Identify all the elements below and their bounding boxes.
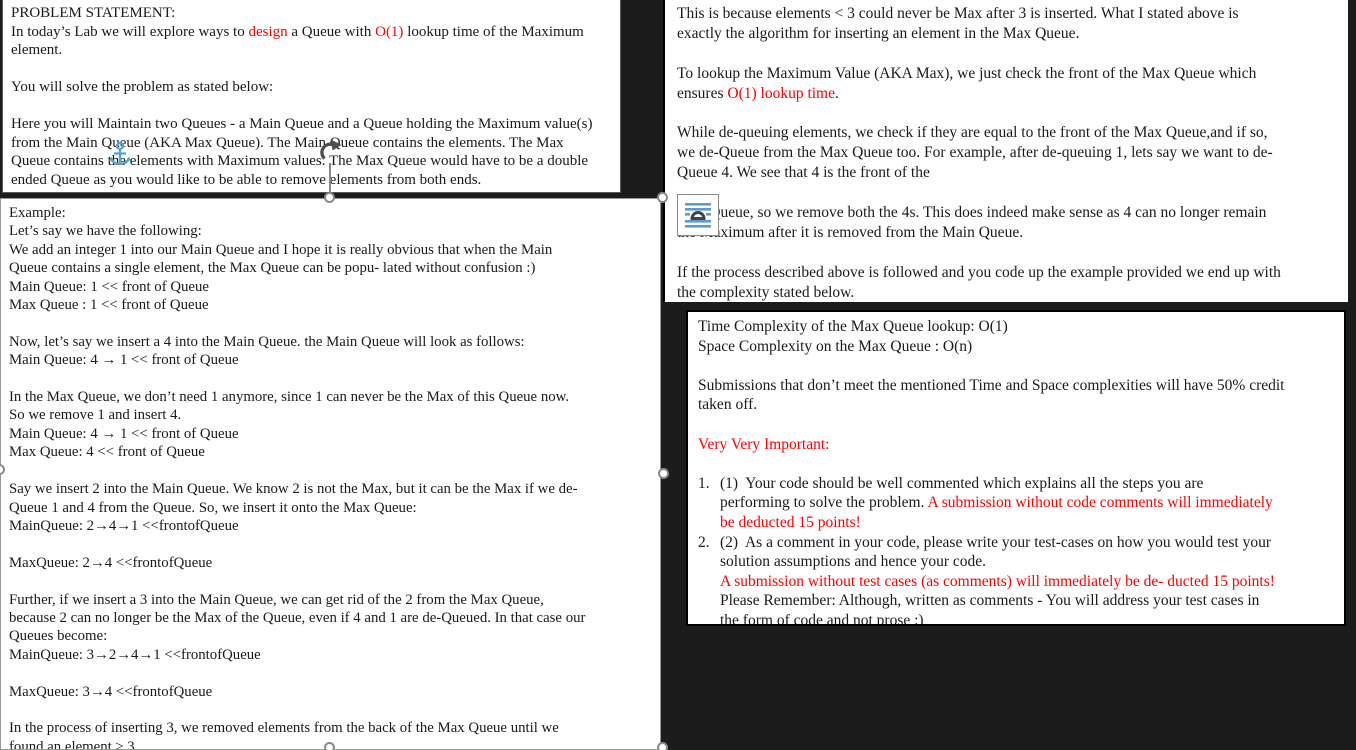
text-line: MaxQueue: 2→4 <<frontofQueue [9, 554, 213, 571]
list-number: 2. [698, 533, 710, 551]
document-canvas: PROBLEM STATEMENT: In today’s Lab we will… [0, 0, 1356, 750]
text-line [11, 60, 612, 79]
text-line [9, 664, 652, 682]
text-line: Queue contains the elements with Maximum… [11, 153, 589, 169]
problem-statement-textbox[interactable]: PROBLEM STATEMENT: In today’s Lab we will… [2, 0, 621, 193]
text-line: Submissions that don’t meet the mentione… [698, 376, 1285, 394]
text-line: 2. (2) As a comment in your code, please … [698, 533, 1271, 551]
text-line: A submission without test cases (as comm… [720, 572, 1275, 590]
text-line: MainQueue: 3→2→4→1 <<frontofQueue [9, 646, 261, 663]
text-line [9, 370, 652, 388]
text-line: Space Complexity on the Max Queue : O(n) [698, 337, 973, 355]
text-line: Queue 4. We see that 4 is the front of t… [677, 164, 930, 182]
text-line: Now, let’s say we insert a 4 into the Ma… [9, 333, 525, 350]
text-line [698, 356, 1334, 376]
text-line: Max Queue, so we remove both the 4s. Thi… [677, 204, 1267, 222]
text-line: MainQueue: 2→4→1 <<frontofQueue [9, 517, 239, 534]
text-line: In the process of inserting 3, we remove… [9, 720, 559, 737]
text-line: Main Queue: 4 → 1 << front of Queue [9, 425, 239, 442]
text-line: Queue 1 and 4 from the Queue. So, we ins… [9, 499, 417, 516]
text-line [677, 44, 1338, 64]
text-line: solution assumptions and hence your code… [720, 553, 987, 571]
text-line: Here you will Maintain two Queues - a Ma… [11, 116, 593, 132]
text-line: In today’s Lab we will explore ways to d… [11, 23, 584, 40]
rotate-handle-connector [329, 163, 331, 194]
text-line: the Maximum after it is removed from the… [677, 223, 1024, 241]
layout-options-button[interactable] [677, 194, 719, 236]
list-number: 1. [698, 474, 710, 492]
text-line: Queue contains a single element, the Max… [9, 260, 536, 277]
text-line: Max Queue: 4 << front of Queue [9, 444, 205, 461]
text-line: In the Max Queue, we don’t need 1 anymor… [9, 389, 570, 406]
text-line [698, 454, 1334, 474]
text-line: You will solve the problem as stated bel… [11, 79, 274, 95]
resize-handle-top-right[interactable] [657, 192, 668, 203]
resize-handle-bottom-right[interactable] [657, 742, 668, 750]
text-line [9, 701, 652, 719]
text-line: This is because elements < 3 could never… [677, 5, 1239, 22]
text-line: Queues become: [9, 628, 108, 645]
resize-handle-bottom-center[interactable] [324, 742, 335, 750]
layout-options-icon [685, 203, 711, 228]
text-line: MaxQueue: 3→4 <<frontofQueue [9, 683, 213, 700]
example-textbox[interactable]: Example: Let’s say we have the following:… [0, 198, 661, 750]
text-line [9, 462, 652, 480]
text-line: 1. (1) Your code should be well commented… [698, 474, 1204, 492]
text-line: be deducted 15 points! [720, 513, 861, 531]
text-line: To lookup the Maximum Value (AKA Max), w… [677, 64, 1257, 82]
text-line: Main Queue: 1 << front of Queue [9, 278, 209, 295]
resize-handle-right-middle[interactable] [658, 468, 669, 479]
text-line: Example: [9, 205, 66, 221]
text-line: from the Main Queue (AKA Max Queue). The… [11, 134, 564, 151]
text-line: Max Queue : 1 << front of Queue [9, 297, 209, 314]
text-line [677, 243, 1338, 263]
rotate-handle[interactable] [316, 138, 343, 165]
object-anchor-icon [108, 141, 132, 172]
text-line: the complexity stated below. [677, 283, 855, 301]
text-line: Say we insert 2 into the Main Queue. We … [9, 481, 578, 498]
text-line: performing to solve the problem. A submi… [720, 494, 1273, 512]
text-line: Very Very Important: [698, 435, 830, 453]
text-line: exactly the algorithm for inserting an e… [677, 24, 1080, 42]
text-line: ended Queue as you would like to be able… [11, 171, 482, 188]
resize-handle-top-center[interactable] [324, 192, 335, 203]
text-line [677, 104, 1338, 124]
text-line: Time Complexity of the Max Queue lookup:… [698, 318, 1008, 335]
text-line: Further, if we insert a 3 into the Main … [9, 591, 544, 608]
text-line: While de-queuing elements, we check if t… [677, 124, 1268, 142]
text-line: we de-Queue from the Max Queue too. For … [677, 144, 1273, 162]
text-line: So we remove 1 and insert 4. [9, 407, 182, 424]
grading-textbox[interactable]: Time Complexity of the Max Queue lookup:… [686, 310, 1346, 626]
text-line [9, 535, 652, 553]
text-line [698, 415, 1334, 435]
text-line: element. [11, 42, 63, 58]
text-line [9, 314, 652, 332]
text-line [9, 572, 652, 590]
text-line [11, 97, 612, 116]
text-line: If the process described above is follow… [677, 263, 1281, 281]
rotate-arrow-icon [320, 139, 342, 160]
text-line: We add an integer 1 into our Main Queue … [9, 241, 553, 258]
text-line [677, 183, 1338, 203]
text-line: Main Queue: 4 → 1 << front of Queue [9, 352, 239, 369]
text-line: PROBLEM STATEMENT: [11, 5, 176, 21]
text-line: ensures O(1) lookup time. [677, 84, 839, 102]
text-line: because 2 can no longer be the Max of th… [9, 609, 586, 626]
text-line: taken off. [698, 396, 758, 414]
text-line: the form of code and not prose :) [720, 611, 924, 626]
text-line: Please Remember: Although, written as co… [720, 592, 1260, 610]
algorithm-textbox[interactable]: This is because elements < 3 could never… [663, 0, 1348, 302]
text-line: Let’s say we have the following: [9, 223, 202, 240]
